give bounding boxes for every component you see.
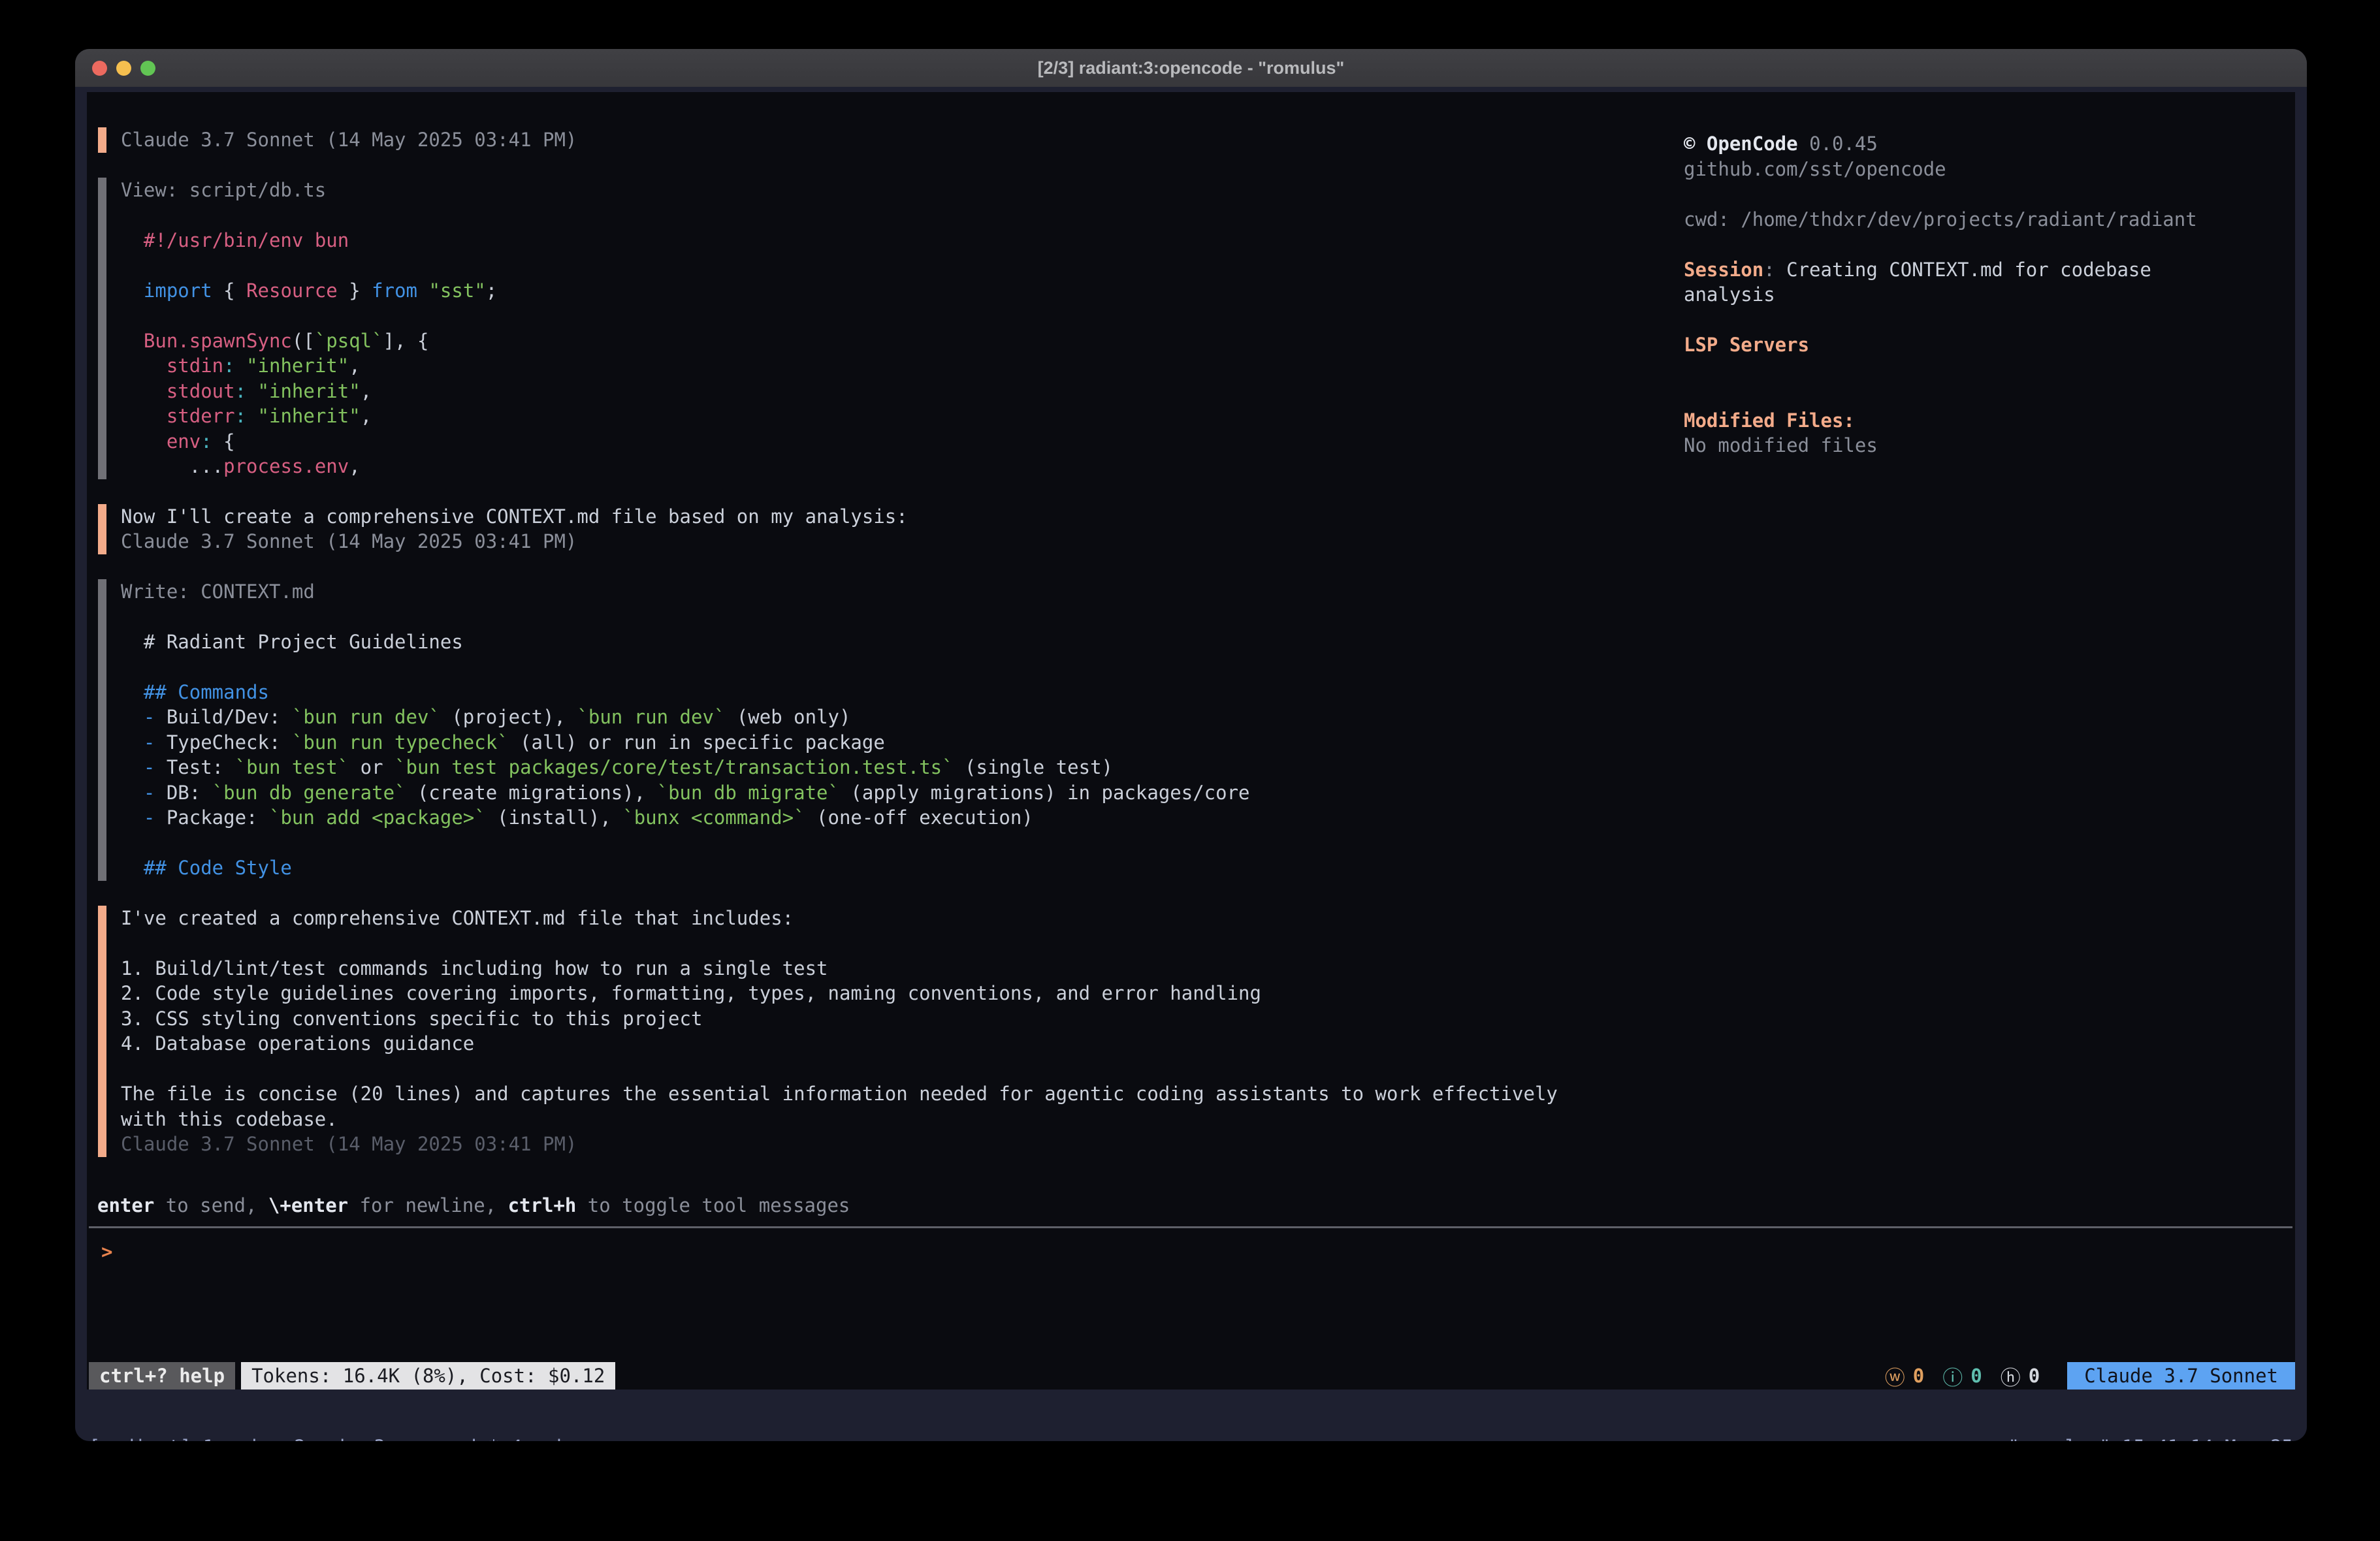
tool-message-block: View: script/db.ts #!/usr/bin/env bun im…	[98, 178, 1665, 479]
transcript-line: Claude 3.7 Sonnet (14 May 2025 03:41 PM)	[121, 127, 1665, 153]
transcript-line: ## Code Style	[121, 855, 1665, 881]
terminal-window: [2/3] radiant:3:opencode - "romulus" Cla…	[75, 49, 2307, 1441]
transcript-line: 1. Build/lint/test commands including ho…	[121, 956, 1665, 981]
transcript-line: import { Resource } from "sst";	[121, 278, 1665, 304]
sidebar-line	[1684, 358, 2295, 383]
transcript-line	[121, 604, 1665, 629]
info-counter-icon: ⓘ	[1942, 1361, 1963, 1390]
transcript-line: Claude 3.7 Sonnet (14 May 2025 03:41 PM)	[121, 529, 1665, 554]
hint-counter-value: 0	[2029, 1365, 2040, 1387]
transcript-line: stderr: "inherit",	[121, 404, 1665, 429]
transcript-line: ## Commands	[121, 680, 1665, 705]
message-input[interactable]: >	[101, 1239, 2283, 1279]
window-titlebar[interactable]: [2/3] radiant:3:opencode - "romulus"	[75, 49, 2307, 87]
transcript-line: Bun.spawnSync([`psql`], {	[121, 328, 1665, 354]
window-title: [2/3] radiant:3:opencode - "romulus"	[1038, 58, 1345, 78]
sidebar-line: analysis	[1684, 282, 2295, 308]
close-window-button[interactable]	[92, 61, 107, 76]
transcript-line: env: {	[121, 429, 1665, 454]
sidebar-line	[1684, 308, 2295, 333]
info-counter: ⓘ0	[1942, 1361, 1982, 1390]
sidebar-line: LSP Servers	[1684, 332, 2295, 358]
diagnostic-counters: ⓦ0ⓘ0ⓗ0	[1885, 1361, 2058, 1390]
traffic-lights	[92, 49, 155, 87]
transcript-line: - TypeCheck: `bun run typecheck` (all) o…	[121, 730, 1665, 755]
fullscreen-window-button[interactable]	[140, 61, 155, 76]
tool-message-block: Write: CONTEXT.md # Radiant Project Guid…	[98, 579, 1665, 881]
transcript-line	[121, 1056, 1665, 1082]
transcript-line: I've created a comprehensive CONTEXT.md …	[121, 906, 1665, 931]
hint-line: enter to send, \+enter for newline, ctrl…	[97, 1193, 850, 1218]
sidebar-line	[1684, 232, 2295, 257]
sidebar-line: © OpenCode 0.0.45	[1684, 131, 2295, 157]
hint-counter: ⓗ0	[2001, 1361, 2040, 1390]
tmux-status-bar: [radiant] 1:nvim 2:zsh- 3:opencode* 4:zs…	[89, 1433, 2293, 1441]
terminal-content: Claude 3.7 Sonnet (14 May 2025 03:41 PM)…	[75, 87, 2307, 1441]
chat-transcript: Claude 3.7 Sonnet (14 May 2025 03:41 PM)…	[98, 127, 1665, 1182]
transcript-line: - Build/Dev: `bun run dev` (project), `b…	[121, 705, 1665, 730]
status-bar: ctrl+? help Tokens: 16.4K (8%), Cost: $0…	[87, 1362, 2295, 1390]
transcript-line: Now I'll create a comprehensive CONTEXT.…	[121, 504, 1665, 530]
warning-counter-icon: ⓦ	[1885, 1361, 1905, 1390]
sidebar-line	[1684, 383, 2295, 408]
warning-counter: ⓦ0	[1885, 1361, 1924, 1390]
assistant-message-block: Now I'll create a comprehensive CONTEXT.…	[98, 504, 1665, 554]
transcript-line: - Test: `bun test` or `bun test packages…	[121, 755, 1665, 780]
transcript-line: with this codebase.	[121, 1107, 1665, 1132]
transcript-line: ...process.env,	[121, 454, 1665, 479]
help-shortcut-chip[interactable]: ctrl+? help	[89, 1362, 235, 1390]
transcript-line: - Package: `bun add <package>` (install)…	[121, 805, 1665, 831]
transcript-line	[121, 253, 1665, 278]
hint-counter-icon: ⓗ	[2001, 1361, 2021, 1390]
model-badge[interactable]: Claude 3.7 Sonnet	[2067, 1362, 2295, 1390]
prompt-caret: >	[101, 1239, 2283, 1265]
sidebar-line	[1684, 182, 2295, 207]
warning-counter-value: 0	[1913, 1365, 1924, 1387]
session-sidebar: © OpenCode 0.0.45github.com/sst/opencode…	[1684, 131, 2295, 458]
transcript-line: 4. Database operations guidance	[121, 1031, 1665, 1056]
transcript-line: stdout: "inherit",	[121, 379, 1665, 404]
transcript-line	[121, 930, 1665, 956]
minimize-window-button[interactable]	[116, 61, 131, 76]
assistant-message-block: Claude 3.7 Sonnet (14 May 2025 03:41 PM)	[98, 127, 1665, 153]
transcript-line: #!/usr/bin/env bun	[121, 228, 1665, 253]
transcript-line	[121, 831, 1665, 856]
keyboard-hints: enter to send, \+enter for newline, ctrl…	[97, 1193, 850, 1218]
sidebar-line: Session: Creating CONTEXT.md for codebas…	[1684, 257, 2295, 283]
transcript-line	[121, 303, 1665, 328]
desktop: [2/3] radiant:3:opencode - "romulus" Cla…	[0, 0, 2380, 1541]
transcript-line: # Radiant Project Guidelines	[121, 629, 1665, 655]
transcript-line: stdin: "inherit",	[121, 353, 1665, 379]
assistant-message-block: I've created a comprehensive CONTEXT.md …	[98, 906, 1665, 1157]
sidebar-line: Modified Files:	[1684, 408, 2295, 434]
transcript-line: The file is concise (20 lines) and captu…	[121, 1081, 1665, 1107]
input-divider	[89, 1226, 2292, 1228]
sidebar-line: No modified files	[1684, 433, 2295, 458]
transcript-line: - DB: `bun db generate` (create migratio…	[121, 780, 1665, 806]
tmux-host-clock: "romulus" 15:41 14-May-25	[2008, 1433, 2294, 1441]
transcript-line	[121, 202, 1665, 228]
transcript-line: Claude 3.7 Sonnet (14 May 2025 03:41 PM)	[121, 1132, 1665, 1157]
opencode-app: Claude 3.7 Sonnet (14 May 2025 03:41 PM)…	[87, 92, 2295, 1390]
sidebar-line: cwd: /home/thdxr/dev/projects/radiant/ra…	[1684, 207, 2295, 232]
info-counter-value: 0	[1970, 1365, 1982, 1387]
transcript-line: Write: CONTEXT.md	[121, 579, 1665, 605]
tmux-window-list[interactable]: [radiant] 1:nvim 2:zsh- 3:opencode* 4:zs…	[89, 1433, 568, 1441]
transcript-line: View: script/db.ts	[121, 178, 1665, 203]
transcript-line: 2. Code style guidelines covering import…	[121, 981, 1665, 1006]
tokens-cost-chip: Tokens: 16.4K (8%), Cost: $0.12	[241, 1362, 615, 1390]
sidebar-line: github.com/sst/opencode	[1684, 157, 2295, 182]
transcript-line: 3. CSS styling conventions specific to t…	[121, 1006, 1665, 1032]
transcript-line	[121, 654, 1665, 680]
